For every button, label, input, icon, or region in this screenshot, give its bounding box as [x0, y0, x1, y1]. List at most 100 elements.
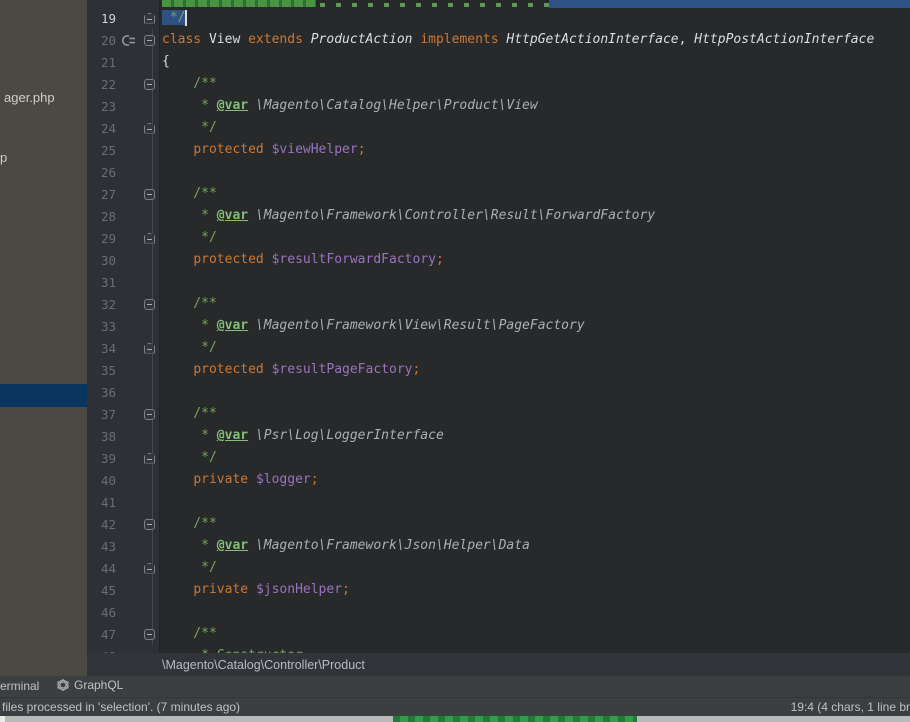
fold-start-icon[interactable]: [141, 35, 158, 46]
line-number: 37: [87, 407, 116, 422]
code-line-27[interactable]: 27 /**: [87, 183, 910, 205]
breadcrumb-bar: \Magento\Catalog\Controller\Product: [87, 653, 910, 676]
text-caret: [185, 10, 187, 26]
code-line-22[interactable]: 22 /**: [87, 73, 910, 95]
code-line-35[interactable]: 35 protected $resultPageFactory;: [87, 359, 910, 381]
code-line-33[interactable]: 33 * @var \Magento\Framework\View\Result…: [87, 315, 910, 337]
line-number: 32: [87, 297, 116, 312]
code-text: * @var \Magento\Framework\View\Result\Pa…: [162, 315, 585, 337]
sidebar-item-file[interactable]: ager.php: [4, 87, 55, 109]
code-line-29[interactable]: 29 */: [87, 227, 910, 249]
sidebar-selected-row[interactable]: [0, 384, 87, 407]
graphql-icon: [57, 679, 69, 691]
code-editor[interactable]: 19 */ 20 class View extends ProductAction …: [87, 0, 910, 653]
line-number: 20: [87, 33, 116, 48]
code-text: {: [162, 51, 170, 73]
code-text: * @var \Magento\Framework\Controller\Res…: [162, 205, 655, 227]
status-bar: files processed in 'selection'. (7 minut…: [0, 697, 910, 716]
code-text: class View extends ProductAction impleme…: [162, 29, 874, 51]
implements-gutter-icon[interactable]: [116, 34, 141, 47]
fold-start-icon[interactable]: [141, 189, 158, 200]
code-line-23[interactable]: 23 * @var \Magento\Catalog\Helper\Produc…: [87, 95, 910, 117]
line-number: 24: [87, 121, 116, 136]
code-line-24[interactable]: 24 */: [87, 117, 910, 139]
code-text: * @var \Magento\Framework\Json\Helper\Da…: [162, 535, 530, 557]
line-number: 30: [87, 253, 116, 268]
code-text: * Constructor: [162, 645, 303, 653]
status-message: files processed in 'selection'. (7 minut…: [2, 700, 240, 714]
ide-window: ager.php p 19 */ 20 class View extends Pro…: [0, 0, 910, 722]
graphql-tab-label: GraphQL: [74, 678, 123, 692]
code-line-47[interactable]: 47 /**: [87, 623, 910, 645]
line-number: 22: [87, 77, 116, 92]
code-line-38[interactable]: 38 * @var \Psr\Log\LoggerInterface: [87, 425, 910, 447]
fold-end-icon[interactable]: [141, 453, 158, 464]
code-text: */: [162, 557, 217, 579]
code-line-19[interactable]: 19 */: [87, 7, 910, 29]
code-line-30[interactable]: 30 protected $resultForwardFactory;: [87, 249, 910, 271]
breadcrumb[interactable]: \Magento\Catalog\Controller\Product: [162, 658, 365, 672]
background-window-strip: [0, 716, 910, 722]
code-line-32[interactable]: 32 /**: [87, 293, 910, 315]
terminal-tab[interactable]: erminal: [0, 679, 39, 693]
project-sidebar: ager.php p: [0, 0, 87, 676]
strip-notch: [0, 716, 5, 722]
line-number: 47: [87, 627, 116, 642]
line-number: 41: [87, 495, 116, 510]
code-line-28[interactable]: 28 * @var \Magento\Framework\Controller\…: [87, 205, 910, 227]
fold-start-icon[interactable]: [141, 519, 158, 530]
code-text: private $logger;: [162, 469, 319, 491]
code-text: * @var \Magento\Catalog\Helper\Product\V…: [162, 95, 538, 117]
code-text: /**: [162, 293, 217, 315]
code-text: */: [162, 227, 217, 249]
partial-line-doc-text: [162, 0, 316, 7]
code-line-20[interactable]: 20 class View extends ProductAction imple…: [87, 29, 910, 51]
code-line-42[interactable]: 42 /**: [87, 513, 910, 535]
code-text: * @var \Psr\Log\LoggerInterface: [162, 425, 444, 447]
fold-start-icon[interactable]: [141, 629, 158, 640]
line-number: 29: [87, 231, 116, 246]
code-line-37[interactable]: 37 /**: [87, 403, 910, 425]
code-line-43[interactable]: 43 * @var \Magento\Framework\Json\Helper…: [87, 535, 910, 557]
line-number: 33: [87, 319, 116, 334]
fold-end-icon[interactable]: [141, 343, 158, 354]
code-text: /**: [162, 183, 217, 205]
fold-end-icon[interactable]: [141, 13, 158, 24]
code-line-31[interactable]: 31: [87, 271, 910, 293]
line-number: 23: [87, 99, 116, 114]
code-line-40[interactable]: 40 private $logger;: [87, 469, 910, 491]
code-text: protected $viewHelper;: [162, 139, 366, 161]
code-line-21[interactable]: 21{: [87, 51, 910, 73]
line-number: 42: [87, 517, 116, 532]
fold-end-icon[interactable]: [141, 123, 158, 134]
code-text: /**: [162, 73, 217, 95]
code-line-25[interactable]: 25 protected $viewHelper;: [87, 139, 910, 161]
code-line-44[interactable]: 44 */: [87, 557, 910, 579]
green-button-sliver[interactable]: [393, 716, 637, 722]
fold-start-icon[interactable]: [141, 79, 158, 90]
fold-end-icon[interactable]: [141, 233, 158, 244]
code-text: /**: [162, 623, 217, 645]
code-line-39[interactable]: 39 */: [87, 447, 910, 469]
code-line-45[interactable]: 45 private $jsonHelper;: [87, 579, 910, 601]
code-text: /**: [162, 403, 217, 425]
sidebar-item-file[interactable]: p: [0, 147, 7, 169]
code-line-36[interactable]: 36: [87, 381, 910, 403]
code-line-26[interactable]: 26: [87, 161, 910, 183]
line-number: 44: [87, 561, 116, 576]
fold-end-icon[interactable]: [141, 563, 158, 574]
line-number: 40: [87, 473, 116, 488]
line-number: 26: [87, 165, 116, 180]
code-line-48[interactable]: 48 * Constructor: [87, 645, 910, 653]
graphql-tab[interactable]: GraphQL: [57, 678, 123, 692]
caret-position-indicator[interactable]: 19:4 (4 chars, 1 line br: [791, 700, 910, 714]
code-text: private $jsonHelper;: [162, 579, 350, 601]
fold-start-icon[interactable]: [141, 299, 158, 310]
code-line-34[interactable]: 34 */: [87, 337, 910, 359]
code-line-41[interactable]: 41: [87, 491, 910, 513]
code-text: protected $resultForwardFactory;: [162, 249, 444, 271]
code-text: */: [162, 117, 217, 139]
fold-start-icon[interactable]: [141, 409, 158, 420]
line-number: 38: [87, 429, 116, 444]
code-line-46[interactable]: 46: [87, 601, 910, 623]
